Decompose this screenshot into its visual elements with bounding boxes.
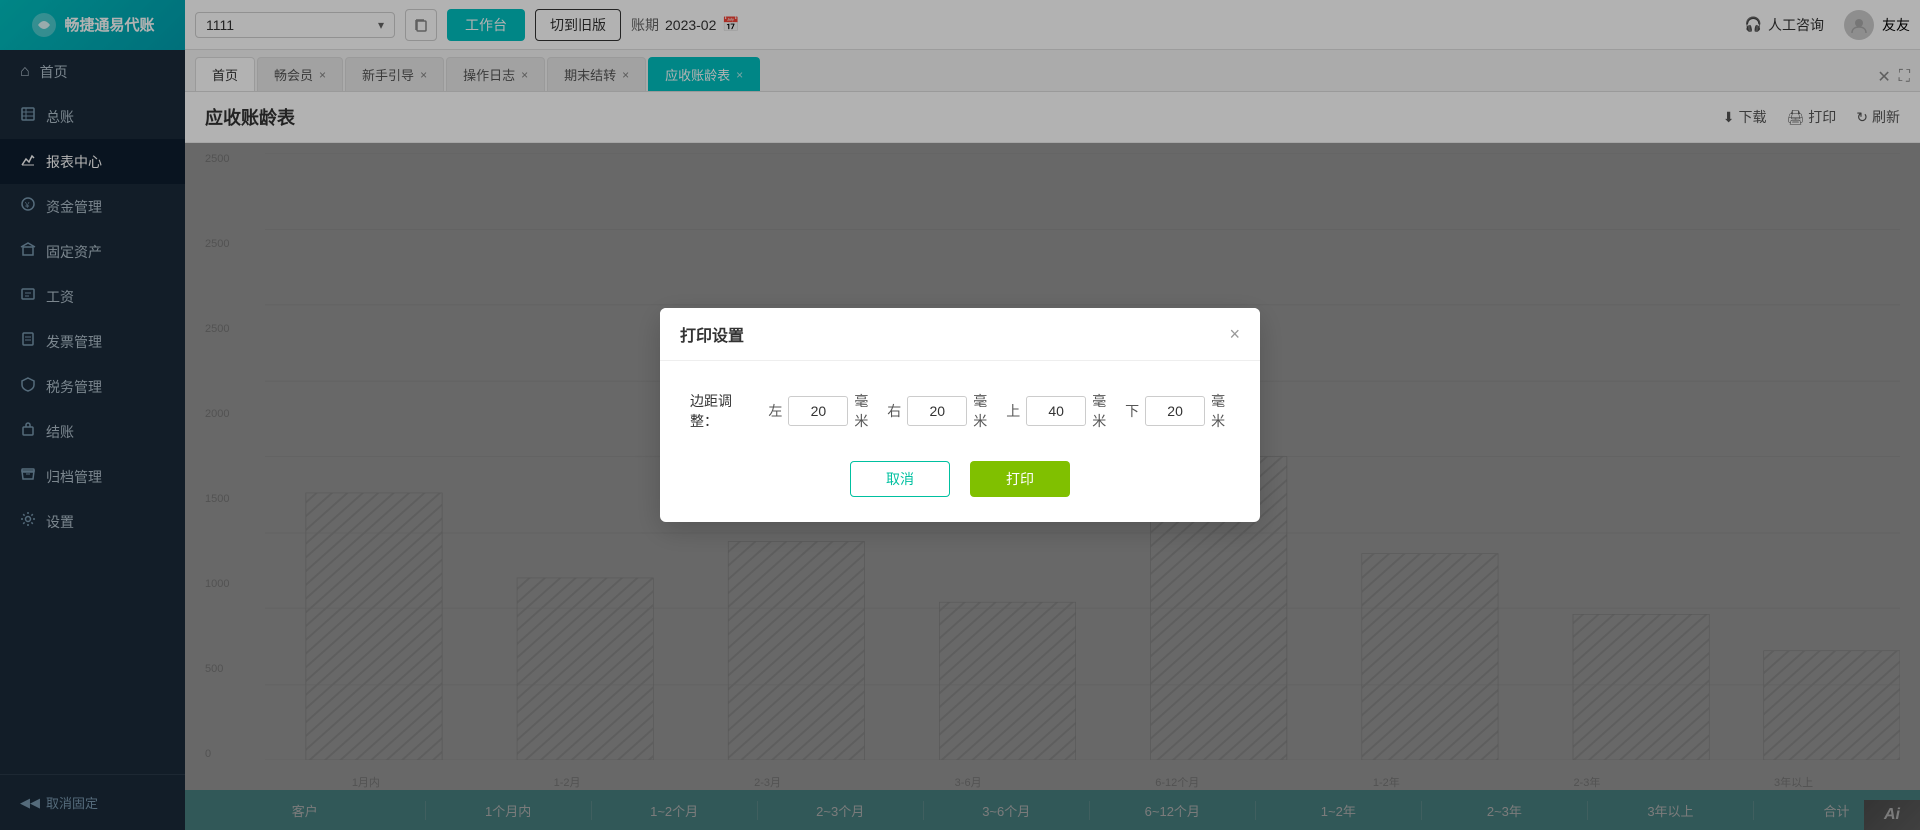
margin-bottom-group: 下 毫米 — [1125, 391, 1230, 431]
modal-header: 打印设置 × — [660, 308, 1260, 361]
bottom-direction-label: 下 — [1125, 401, 1139, 421]
modal-title: 打印设置 — [680, 322, 1229, 346]
modal-body: 边距调整： 左 毫米 右 毫米 上 毫米 下 — [660, 361, 1260, 451]
right-unit-label: 毫米 — [973, 391, 992, 431]
left-direction-label: 左 — [768, 401, 782, 421]
margin-row: 边距调整： 左 毫米 右 毫米 上 毫米 下 — [690, 391, 1230, 431]
modal-close-button[interactable]: × — [1229, 325, 1240, 343]
print-settings-modal: 打印设置 × 边距调整： 左 毫米 右 毫米 上 毫米 — [660, 308, 1260, 522]
top-unit-label: 毫米 — [1092, 391, 1111, 431]
modal-print-button[interactable]: 打印 — [970, 461, 1070, 497]
margin-top-group: 上 毫米 — [1006, 391, 1111, 431]
margin-right-input[interactable] — [907, 396, 967, 426]
bottom-unit-label: 毫米 — [1211, 391, 1230, 431]
top-direction-label: 上 — [1006, 401, 1020, 421]
left-unit-label: 毫米 — [854, 391, 873, 431]
margin-bottom-input[interactable] — [1145, 396, 1205, 426]
margin-left-input[interactable] — [788, 396, 848, 426]
modal-backdrop: 打印设置 × 边距调整： 左 毫米 右 毫米 上 毫米 — [0, 0, 1920, 830]
cancel-button[interactable]: 取消 — [850, 461, 950, 497]
margin-left-group: 左 毫米 — [768, 391, 873, 431]
margin-label: 边距调整： — [690, 391, 754, 431]
modal-footer: 取消 打印 — [660, 451, 1260, 522]
right-direction-label: 右 — [887, 401, 901, 421]
margin-right-group: 右 毫米 — [887, 391, 992, 431]
margin-top-input[interactable] — [1026, 396, 1086, 426]
